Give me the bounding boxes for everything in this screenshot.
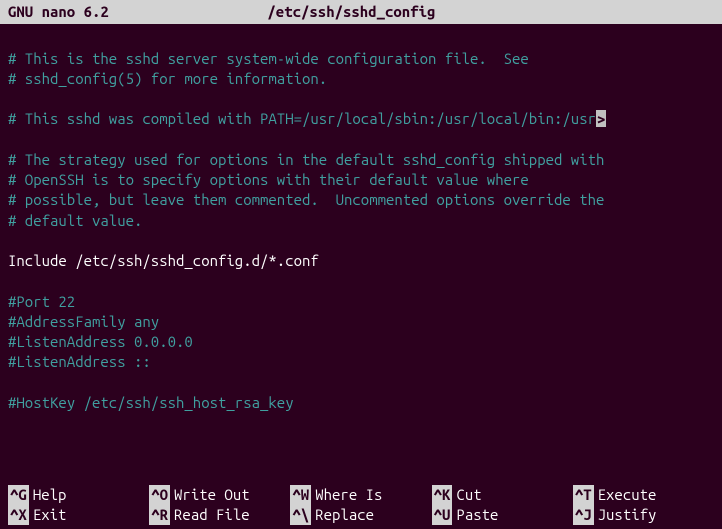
comment-text: # This sshd was compiled with PATH=/usr/… bbox=[8, 110, 596, 127]
shortcut-key: ^G bbox=[8, 485, 29, 505]
shortcut-item[interactable]: ^OWrite Out bbox=[149, 485, 290, 505]
editor-line[interactable] bbox=[8, 373, 714, 393]
editor-line[interactable]: #ListenAddress 0.0.0.0 bbox=[8, 332, 714, 352]
shortcut-key: ^W bbox=[290, 485, 311, 505]
editor-line[interactable] bbox=[8, 28, 714, 48]
editor-area[interactable]: # This is the sshd server system-wide co… bbox=[0, 24, 722, 413]
editor-line[interactable]: # This sshd was compiled with PATH=/usr/… bbox=[8, 109, 714, 129]
file-name: /etc/ssh/sshd_config bbox=[109, 2, 714, 22]
shortcut-key: ^K bbox=[432, 485, 453, 505]
shortcut-label: Paste bbox=[456, 505, 498, 525]
shortcut-item[interactable]: ^UPaste bbox=[432, 505, 573, 525]
shortcut-key: ^R bbox=[149, 505, 170, 525]
editor-line[interactable]: #HostKey /etc/ssh/ssh_host_rsa_key bbox=[8, 393, 714, 413]
shortcut-row-1: ^GHelp^OWrite Out^WWhere Is^KCut^TExecut… bbox=[8, 485, 714, 505]
shortcut-key: ^U bbox=[432, 505, 453, 525]
editor-line[interactable] bbox=[8, 130, 714, 150]
editor-line[interactable] bbox=[8, 271, 714, 291]
editor-line[interactable]: # This is the sshd server system-wide co… bbox=[8, 49, 714, 69]
editor-line[interactable]: # possible, but leave them commented. Un… bbox=[8, 190, 714, 210]
shortcut-key: ^O bbox=[149, 485, 170, 505]
line-continuation-indicator: > bbox=[596, 110, 606, 127]
editor-line[interactable] bbox=[8, 231, 714, 251]
shortcut-row-2: ^XExit^RRead File^\Replace^UPaste^JJusti… bbox=[8, 505, 714, 525]
shortcut-label: Justify bbox=[598, 505, 657, 525]
shortcut-label: Read File bbox=[174, 505, 250, 525]
editor-line[interactable]: #ListenAddress :: bbox=[8, 352, 714, 372]
shortcut-item[interactable]: ^\Replace bbox=[290, 505, 431, 525]
editor-line[interactable] bbox=[8, 89, 714, 109]
shortcuts-bar: ^GHelp^OWrite Out^WWhere Is^KCut^TExecut… bbox=[8, 485, 714, 526]
editor-line[interactable]: #AddressFamily any bbox=[8, 312, 714, 332]
app-name: GNU nano 6.2 bbox=[8, 2, 109, 22]
shortcut-label: Help bbox=[33, 485, 67, 505]
editor-line[interactable]: # OpenSSH is to specify options with the… bbox=[8, 170, 714, 190]
editor-line[interactable]: # The strategy used for options in the d… bbox=[8, 150, 714, 170]
shortcut-key: ^J bbox=[573, 505, 594, 525]
shortcut-item[interactable]: ^TExecute bbox=[573, 485, 714, 505]
title-bar: GNU nano 6.2 /etc/ssh/sshd_config bbox=[0, 0, 722, 24]
shortcut-item[interactable]: ^RRead File bbox=[149, 505, 290, 525]
shortcut-item[interactable]: ^XExit bbox=[8, 505, 149, 525]
shortcut-label: Where Is bbox=[315, 485, 382, 505]
shortcut-key: ^T bbox=[573, 485, 594, 505]
shortcut-label: Exit bbox=[33, 505, 67, 525]
shortcut-item[interactable]: ^WWhere Is bbox=[290, 485, 431, 505]
editor-line[interactable]: # default value. bbox=[8, 211, 714, 231]
shortcut-item[interactable]: ^GHelp bbox=[8, 485, 149, 505]
shortcut-label: Replace bbox=[315, 505, 374, 525]
editor-line[interactable]: # sshd_config(5) for more information. bbox=[8, 69, 714, 89]
shortcut-label: Write Out bbox=[174, 485, 250, 505]
shortcut-label: Cut bbox=[456, 485, 481, 505]
shortcut-item[interactable]: ^KCut bbox=[432, 485, 573, 505]
shortcut-key: ^X bbox=[8, 505, 29, 525]
shortcut-key: ^\ bbox=[290, 505, 311, 525]
editor-line[interactable]: #Port 22 bbox=[8, 292, 714, 312]
shortcut-label: Execute bbox=[598, 485, 657, 505]
shortcut-item[interactable]: ^JJustify bbox=[573, 505, 714, 525]
editor-line[interactable]: Include /etc/ssh/sshd_config.d/*.conf bbox=[8, 251, 714, 271]
